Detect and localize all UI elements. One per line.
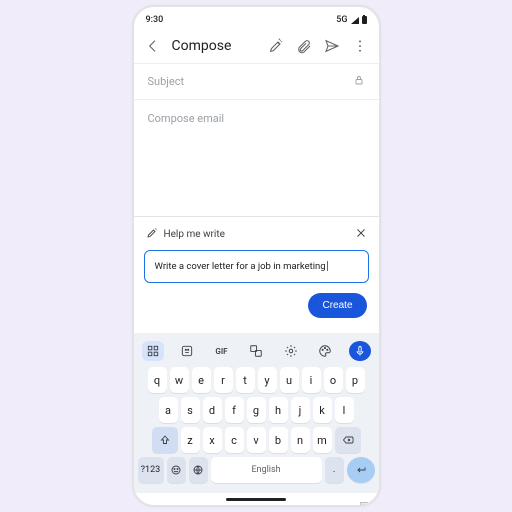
key-e[interactable]: e xyxy=(192,367,211,393)
key-symbols[interactable]: ?123 xyxy=(138,457,164,483)
key-x[interactable]: x xyxy=(203,427,222,453)
key-h[interactable]: h xyxy=(269,397,288,423)
kbd-switch-icon[interactable] xyxy=(359,494,369,504)
status-network: 5G xyxy=(336,15,347,25)
key-backspace[interactable] xyxy=(335,427,361,453)
key-v[interactable]: v xyxy=(247,427,266,453)
key-period[interactable]: . xyxy=(325,457,344,483)
kbd-row-1: q w e r t y u i o p xyxy=(138,367,375,393)
key-m[interactable]: m xyxy=(313,427,332,453)
key-b[interactable]: b xyxy=(269,427,288,453)
key-w[interactable]: w xyxy=(170,367,189,393)
lock-icon xyxy=(353,74,365,89)
key-f[interactable]: f xyxy=(225,397,244,423)
attach-icon[interactable] xyxy=(295,37,313,55)
key-l[interactable]: l xyxy=(335,397,354,423)
keyboard-toolbar: GIF xyxy=(138,337,375,367)
key-p[interactable]: p xyxy=(346,367,365,393)
key-u[interactable]: u xyxy=(280,367,299,393)
key-s[interactable]: s xyxy=(181,397,200,423)
key-g[interactable]: g xyxy=(247,397,266,423)
status-bar: 9:30 5G xyxy=(134,7,379,29)
kbd-apps-icon[interactable] xyxy=(142,341,164,361)
kbd-row-4: ?123 English . xyxy=(138,457,375,483)
key-t[interactable]: t xyxy=(236,367,255,393)
key-c[interactable]: c xyxy=(225,427,244,453)
key-shift[interactable] xyxy=(152,427,178,453)
battery-icon xyxy=(362,16,367,24)
create-button[interactable]: Create xyxy=(308,293,366,318)
key-i[interactable]: i xyxy=(302,367,321,393)
text-cursor xyxy=(327,261,328,271)
email-body[interactable]: Compose email xyxy=(134,99,379,216)
close-icon[interactable] xyxy=(355,227,367,242)
subject-placeholder: Subject xyxy=(148,75,185,88)
key-q[interactable]: q xyxy=(148,367,167,393)
kbd-settings-icon[interactable] xyxy=(280,341,302,361)
signal-icon xyxy=(351,17,359,24)
key-n[interactable]: n xyxy=(291,427,310,453)
magic-pen-icon[interactable] xyxy=(267,37,285,55)
kbd-palette-icon[interactable] xyxy=(314,341,336,361)
prompt-input[interactable]: Write a cover letter for a job in market… xyxy=(144,250,369,283)
key-j[interactable]: j xyxy=(291,397,310,423)
key-emoji[interactable] xyxy=(167,457,186,483)
more-icon[interactable] xyxy=(351,37,369,55)
help-me-write-panel: Help me write Write a cover letter for a… xyxy=(134,216,379,328)
nav-pill[interactable] xyxy=(226,498,286,501)
phone-frame: 9:30 5G Compose Subject Compos xyxy=(132,5,381,507)
send-icon[interactable] xyxy=(323,37,341,55)
prompt-value: Write a cover letter for a job in market… xyxy=(155,261,326,272)
kbd-gif-label[interactable]: GIF xyxy=(211,341,233,361)
system-nav xyxy=(134,493,379,505)
kbd-row-3: z x c v b n m xyxy=(138,427,375,453)
kbd-translate-icon[interactable] xyxy=(245,341,267,361)
key-z[interactable]: z xyxy=(181,427,200,453)
key-enter[interactable] xyxy=(347,457,375,483)
app-bar: Compose xyxy=(134,29,379,63)
key-r[interactable]: r xyxy=(214,367,233,393)
key-o[interactable]: o xyxy=(324,367,343,393)
back-icon[interactable] xyxy=(144,37,162,55)
keyboard: GIF q w e r t y u i o p a s d f g h j k xyxy=(134,333,379,493)
magic-pen-small-icon xyxy=(146,227,158,242)
key-y[interactable]: y xyxy=(258,367,277,393)
status-time: 9:30 xyxy=(146,15,164,25)
page-title: Compose xyxy=(172,38,232,54)
key-a[interactable]: a xyxy=(159,397,178,423)
key-globe[interactable] xyxy=(189,457,208,483)
key-k[interactable]: k xyxy=(313,397,332,423)
panel-title: Help me write xyxy=(164,229,225,240)
kbd-mic-icon[interactable] xyxy=(349,341,371,361)
key-space[interactable]: English xyxy=(211,457,322,483)
subject-row[interactable]: Subject xyxy=(134,63,379,99)
key-d[interactable]: d xyxy=(203,397,222,423)
kbd-sticker-icon[interactable] xyxy=(176,341,198,361)
kbd-row-2: a s d f g h j k l xyxy=(138,397,375,423)
body-placeholder: Compose email xyxy=(148,112,225,125)
